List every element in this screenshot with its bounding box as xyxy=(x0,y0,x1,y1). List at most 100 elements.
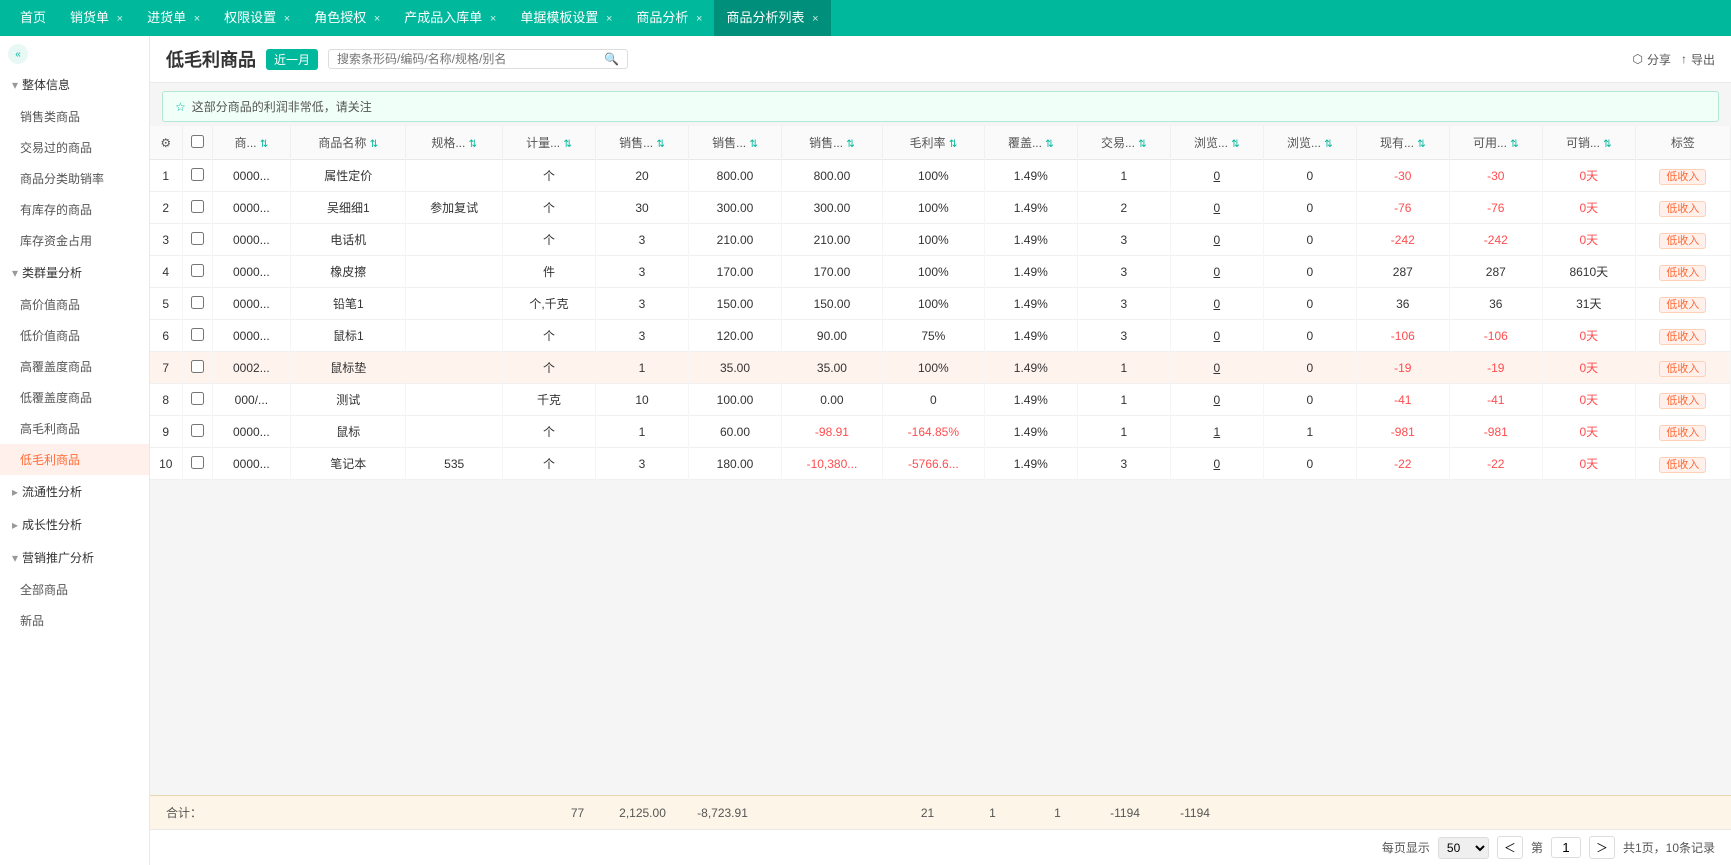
close-analysis-list-icon[interactable]: × xyxy=(812,13,818,25)
nav-templates[interactable]: 单据模板设置 × xyxy=(508,0,624,36)
row-name: 吴细细1 xyxy=(291,192,406,224)
close-templates-icon[interactable]: × xyxy=(606,13,612,25)
row-checkbox-cell[interactable] xyxy=(182,320,212,352)
row-checkbox[interactable] xyxy=(191,456,204,469)
alert-text: 这部分商品的利润非常低，请关注 xyxy=(192,98,372,115)
row-code: 0000... xyxy=(212,192,291,224)
row-checkbox-cell[interactable] xyxy=(182,288,212,320)
row-trade: 3 xyxy=(1077,448,1170,480)
sidebar-item-inventory-products[interactable]: 有库存的商品 xyxy=(0,194,149,225)
sidebar-item-low-margin[interactable]: 低毛利商品 xyxy=(0,444,149,475)
export-button[interactable]: ↑ 导出 xyxy=(1681,51,1715,68)
row-checkbox-cell[interactable] xyxy=(182,256,212,288)
arrow-icon-4: ▸ xyxy=(12,518,18,532)
row-checkbox[interactable] xyxy=(191,360,204,373)
next-page-button[interactable]: ＞ xyxy=(1589,836,1615,859)
nav-sales[interactable]: 销货单 × xyxy=(58,0,135,36)
row-checkbox-cell[interactable] xyxy=(182,384,212,416)
col-trade[interactable]: 交易... ⇅ xyxy=(1077,126,1170,160)
col-settings[interactable]: ⚙ xyxy=(150,126,182,160)
close-permissions-icon[interactable]: × xyxy=(284,13,290,25)
sidebar-group-overall[interactable]: ▾ 整体信息 xyxy=(0,68,149,101)
row-sale1: 3 xyxy=(596,448,689,480)
search-input[interactable] xyxy=(337,52,604,66)
col-code[interactable]: 商... ⇅ xyxy=(212,126,291,160)
col-available[interactable]: 可用... ⇅ xyxy=(1449,126,1542,160)
row-checkbox[interactable] xyxy=(191,328,204,341)
col-salable[interactable]: 可销... ⇅ xyxy=(1542,126,1635,160)
col-unit[interactable]: 计量... ⇅ xyxy=(503,126,596,160)
col-name[interactable]: 商品名称 ⇅ xyxy=(291,126,406,160)
page-number-input[interactable] xyxy=(1551,837,1581,858)
row-checkbox[interactable] xyxy=(191,296,204,309)
sidebar-item-sales-products[interactable]: 销售类商品 xyxy=(0,101,149,132)
row-checkbox[interactable] xyxy=(191,392,204,405)
row-browse1: 1 xyxy=(1170,416,1263,448)
per-page-select[interactable]: 5020100 xyxy=(1438,837,1489,859)
col-sale3[interactable]: 销售... ⇅ xyxy=(782,126,883,160)
col-sale2[interactable]: 销售... ⇅ xyxy=(689,126,782,160)
row-browse2: 0 xyxy=(1263,320,1356,352)
sidebar-item-all-products[interactable]: 全部商品 xyxy=(0,574,149,605)
col-sale1[interactable]: 销售... ⇅ xyxy=(596,126,689,160)
sidebar-item-high-coverage[interactable]: 高覆盖度商品 xyxy=(0,351,149,382)
row-checkbox[interactable] xyxy=(191,232,204,245)
col-browse1[interactable]: 浏览... ⇅ xyxy=(1170,126,1263,160)
close-products-icon[interactable]: × xyxy=(490,13,496,25)
col-current[interactable]: 现有... ⇅ xyxy=(1356,126,1449,160)
close-roles-icon[interactable]: × xyxy=(374,13,380,25)
row-spec xyxy=(406,256,503,288)
summary-label: 合计： xyxy=(166,804,202,821)
row-checkbox[interactable] xyxy=(191,264,204,277)
nav-permissions[interactable]: 权限设置 × xyxy=(212,0,302,36)
row-checkbox[interactable] xyxy=(191,424,204,437)
sidebar-item-low-coverage[interactable]: 低覆盖度商品 xyxy=(0,382,149,413)
prev-page-button[interactable]: ＜ xyxy=(1497,836,1523,859)
sidebar-item-high-margin[interactable]: 高毛利商品 xyxy=(0,413,149,444)
filter-tag-button[interactable]: 近一月 xyxy=(266,49,318,70)
nav-products[interactable]: 产成品入库单 × xyxy=(392,0,508,36)
row-checkbox-cell[interactable] xyxy=(182,352,212,384)
row-checkbox-cell[interactable] xyxy=(182,224,212,256)
row-sale1: 3 xyxy=(596,256,689,288)
row-checkbox-cell[interactable] xyxy=(182,448,212,480)
close-sales-icon[interactable]: × xyxy=(117,13,123,25)
nav-home[interactable]: 首页 xyxy=(8,0,58,36)
col-spec[interactable]: 规格... ⇅ xyxy=(406,126,503,160)
sidebar-group-circulation[interactable]: ▸ 流通性分析 xyxy=(0,475,149,508)
sidebar-item-traded-products[interactable]: 交易过的商品 xyxy=(0,132,149,163)
nav-roles[interactable]: 角色授权 × xyxy=(302,0,392,36)
row-checkbox[interactable] xyxy=(191,200,204,213)
nav-analysis[interactable]: 商品分析 × xyxy=(624,0,714,36)
close-purchase-icon[interactable]: × xyxy=(194,13,200,25)
row-checkbox-cell[interactable] xyxy=(182,416,212,448)
share-button[interactable]: ⬡ 分享 xyxy=(1632,51,1671,68)
sidebar-collapse-button[interactable]: « xyxy=(8,44,28,64)
row-checkbox-cell[interactable] xyxy=(182,160,212,192)
search-icon[interactable]: 🔍 xyxy=(604,52,619,66)
col-browse2[interactable]: 浏览... ⇅ xyxy=(1263,126,1356,160)
sidebar-item-high-value[interactable]: 高价值商品 xyxy=(0,289,149,320)
row-salable: 0天 xyxy=(1542,160,1635,192)
col-margin[interactable]: 毛利率 ⇅ xyxy=(882,126,984,160)
row-checkbox[interactable] xyxy=(191,168,204,181)
sidebar-item-category-rate[interactable]: 商品分类助销率 xyxy=(0,163,149,194)
col-tag[interactable]: 标签 xyxy=(1635,126,1730,160)
select-all-checkbox[interactable] xyxy=(191,135,204,148)
sidebar-item-new-products[interactable]: 新品 xyxy=(0,605,149,636)
nav-analysis-list[interactable]: 商品分析列表 × xyxy=(714,0,830,36)
row-checkbox-cell[interactable] xyxy=(182,192,212,224)
close-analysis-icon[interactable]: × xyxy=(696,13,702,25)
sidebar-item-inventory-funds[interactable]: 库存资金占用 xyxy=(0,225,149,256)
row-salable: 0天 xyxy=(1542,192,1635,224)
col-checkbox[interactable] xyxy=(182,126,212,160)
row-spec: 参加复试 xyxy=(406,192,503,224)
row-current: 36 xyxy=(1356,288,1449,320)
nav-purchase[interactable]: 进货单 × xyxy=(135,0,212,36)
sidebar-item-low-value[interactable]: 低价值商品 xyxy=(0,320,149,351)
sidebar-group-marketing[interactable]: ▾ 营销推广分析 xyxy=(0,541,149,574)
sidebar-group-growth[interactable]: ▸ 成长性分析 xyxy=(0,508,149,541)
sidebar-group-cluster[interactable]: ▾ 类群量分析 xyxy=(0,256,149,289)
row-no: 8 xyxy=(150,384,182,416)
col-coverage[interactable]: 覆盖... ⇅ xyxy=(984,126,1077,160)
